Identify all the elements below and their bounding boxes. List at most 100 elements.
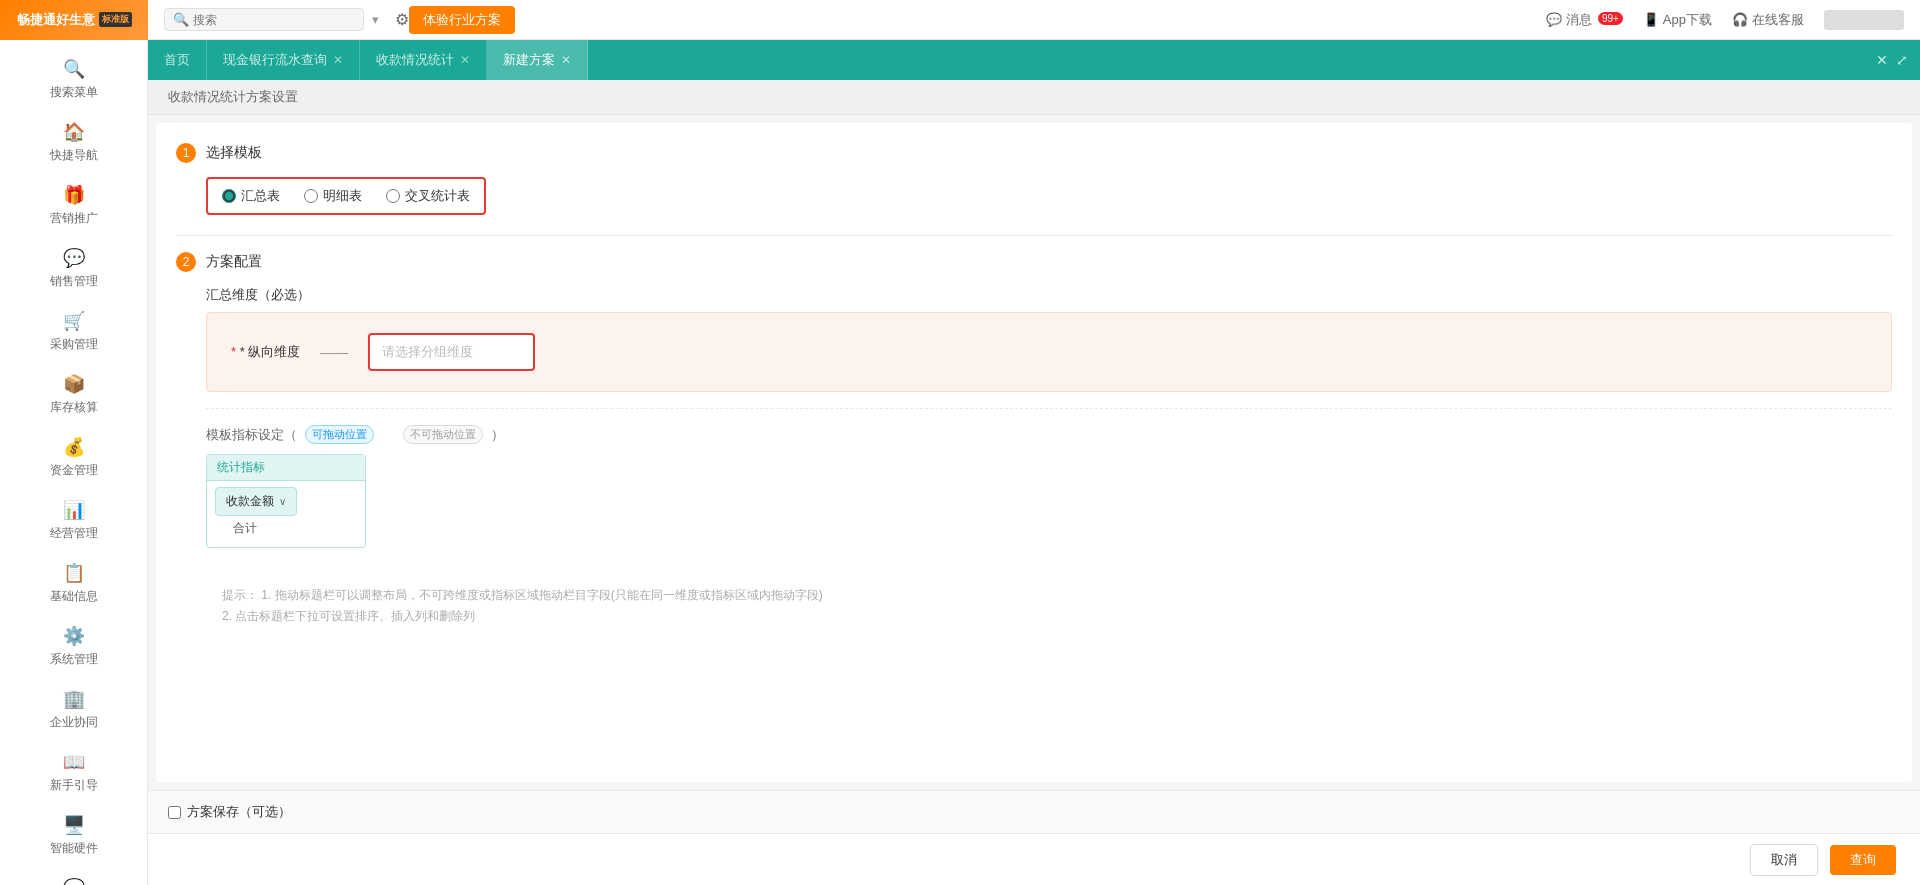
logo-badge: 标准版 [99,12,132,27]
settings-icon[interactable]: ⚙ [395,10,409,29]
template-cross-label: 交叉统计表 [405,187,470,205]
sidebar-label-search: 搜索菜单 [50,84,98,101]
template-cross-radio[interactable] [386,189,400,203]
gift-icon: 🎁 [63,184,85,206]
sidebar-item-inventory[interactable]: 📦 库存核算 [0,363,147,426]
template-summary[interactable]: 汇总表 [222,187,280,205]
tab-bank[interactable]: 现金银行流水查询 ✕ [207,40,360,80]
search-input[interactable] [193,13,343,27]
sidebar-item-guide[interactable]: 📖 新手引导 [0,741,147,804]
sidebar-item-quick-nav[interactable]: 🏠 快捷导航 [0,111,147,174]
dimension-select[interactable]: 请选择分组维度 [368,333,535,371]
sidebar-label-hardware: 智能硬件 [50,840,98,857]
non-draggable-badge: 不可拖动位置 [403,425,483,444]
basic-info-icon: 📋 [63,562,85,584]
dropdown-arrow-icon[interactable]: ▾ [372,12,379,27]
sidebar-label-basic-info: 基础信息 [50,588,98,605]
tab-new-plan[interactable]: 新建方案 ✕ [487,40,588,80]
step1-header: 1 选择模板 [176,143,1892,163]
sidebar-item-basic-info[interactable]: 📋 基础信息 [0,552,147,615]
download-area[interactable]: 📱 App下载 [1643,11,1712,29]
close-tab-icon[interactable]: ✕ [1876,52,1888,68]
sidebar-label-sales: 销售管理 [50,273,98,290]
save-checkbox[interactable] [168,806,181,819]
sidebar-item-purchase[interactable]: 🛒 采购管理 [0,300,147,363]
cancel-button[interactable]: 取消 [1750,844,1818,876]
metrics-label: 模板指标设定（ [206,426,297,444]
tab-new-plan-close[interactable]: ✕ [561,53,571,67]
template-detail-radio[interactable] [304,189,318,203]
sidebar-item-corp[interactable]: 🏢 企业协同 [0,678,147,741]
dimension-placeholder: 请选择分组维度 [382,344,473,359]
template-summary-radio[interactable] [222,189,236,203]
sidebar-label-marketing: 营销推广 [50,210,98,227]
sidebar-item-marketing[interactable]: 🎁 营销推广 [0,174,147,237]
metrics-label-suffix-pre [382,426,395,444]
sidebar-item-sales[interactable]: 💬 销售管理 [0,237,147,300]
message-icon: 💬 [1546,12,1562,27]
stats-label: 统计指标 [217,460,265,474]
page-body: 1 选择模板 汇总表 明细表 [156,123,1912,782]
sidebar-item-funds[interactable]: 💰 资金管理 [0,426,147,489]
metrics-header: 模板指标设定（ 可拖动位置 不可拖动位置 ） [206,425,1892,444]
sidebar-item-wechat[interactable]: 💬 企业微信 [0,867,147,885]
expand-tab-icon[interactable]: ⤢ [1896,52,1908,68]
template-cross[interactable]: 交叉统计表 [386,187,470,205]
vertical-dim-label: * * 纵向维度 [231,343,300,361]
step2-number: 2 [176,252,196,272]
step1-section: 1 选择模板 汇总表 明细表 [176,143,1892,215]
message-label: 消息 [1566,11,1592,29]
metric-tag-revenue[interactable]: 收款金额 ∨ [215,487,297,516]
sub-metric-label: 合计 [225,520,257,537]
tab-home-label: 首页 [164,51,190,69]
sidebar-label-system: 系统管理 [50,651,98,668]
main-content: 首页 现金银行流水查询 ✕ 收款情况统计 ✕ 新建方案 ✕ ✕ ⤢ 收款情况统计… [148,40,1920,885]
save-option-label: 方案保存（可选） [187,803,291,821]
service-area[interactable]: 🎧 在线客服 [1732,11,1804,29]
sidebar-label-funds: 资金管理 [50,462,98,479]
metrics-label-suffix: ） [491,426,504,444]
sidebar-item-operations[interactable]: 📊 经营管理 [0,489,147,552]
required-star: * [231,344,236,359]
try-industry-button[interactable]: 体验行业方案 [409,6,515,34]
tab-bar: 首页 现金银行流水查询 ✕ 收款情况统计 ✕ 新建方案 ✕ ✕ ⤢ [148,40,1920,80]
sidebar-item-search[interactable]: 🔍 搜索菜单 [0,48,147,111]
sidebar-label-guide: 新手引导 [50,777,98,794]
guide-icon: 📖 [63,751,85,773]
tips-section: 提示： 1. 拖动标题栏可以调整布局，不可跨维度或指标区域拖动栏目字段(只能在同… [206,575,1892,641]
hardware-icon: 🖥️ [63,814,85,836]
tab-stats-label: 收款情况统计 [376,51,454,69]
tab-stats[interactable]: 收款情况统计 ✕ [360,40,487,80]
tab-stats-close[interactable]: ✕ [460,53,470,67]
tab-bank-label: 现金银行流水查询 [223,51,327,69]
user-avatar[interactable] [1824,10,1904,30]
step2-header: 2 方案配置 [176,252,1892,272]
query-button[interactable]: 查询 [1830,845,1896,875]
service-label: 在线客服 [1752,11,1804,29]
search-icon: 🔍 [173,12,189,27]
download-icon: 📱 [1643,12,1659,27]
dimension-area: * * 纵向维度 —— 请选择分组维度 [206,312,1892,392]
wechat-icon: 💬 [63,877,85,885]
sidebar-label-inventory: 库存核算 [50,399,98,416]
sidebar: 🔍 搜索菜单 🏠 快捷导航 🎁 营销推广 💬 销售管理 🛒 采购管理 📦 库存核… [0,40,148,885]
system-icon: ⚙️ [63,625,85,647]
bottom-bar: 取消 查询 [148,833,1920,885]
tip-line1: 提示： 1. 拖动标题栏可以调整布局，不可跨维度或指标区域拖动栏目字段(只能在同… [222,587,1876,604]
step1-number: 1 [176,143,196,163]
search-box[interactable]: 🔍 [164,8,364,31]
home-icon: 🏠 [63,121,85,143]
tab-new-plan-label: 新建方案 [503,51,555,69]
chevron-down-icon: ∨ [279,496,286,507]
sidebar-item-hardware[interactable]: 🖥️ 智能硬件 [0,804,147,867]
arrow-icon: —— [320,344,348,360]
sidebar-label-quick-nav: 快捷导航 [50,147,98,164]
tab-home[interactable]: 首页 [148,40,207,80]
sidebar-label-purchase: 采购管理 [50,336,98,353]
step2-title: 方案配置 [206,253,262,271]
dimension-label: 汇总维度（必选） [206,286,1892,304]
sidebar-item-system[interactable]: ⚙️ 系统管理 [0,615,147,678]
template-detail[interactable]: 明细表 [304,187,362,205]
message-area[interactable]: 💬 消息 99+ [1546,11,1623,29]
tab-bank-close[interactable]: ✕ [333,53,343,67]
